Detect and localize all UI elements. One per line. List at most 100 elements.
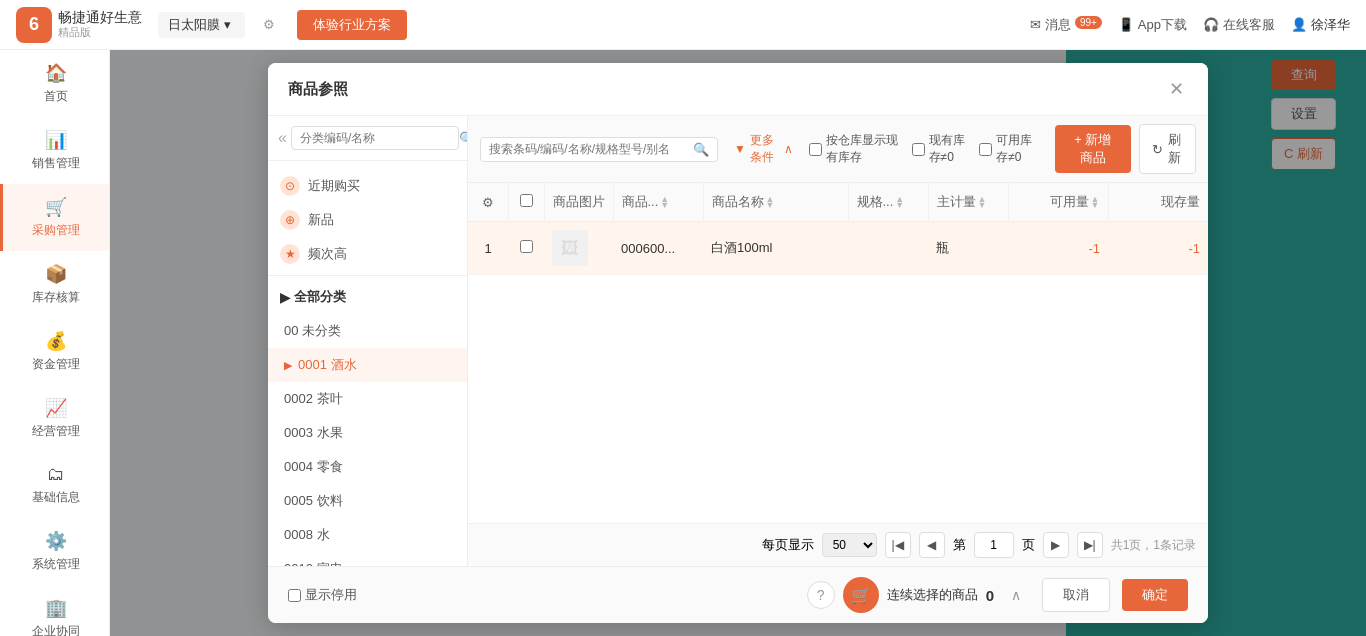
filter-more-btn[interactable]: ▼ 更多条件 ∧ [726,128,801,170]
store-selector[interactable]: 日太阳膜 ▾ [158,12,245,38]
prev-page-btn[interactable]: ◀ [919,532,945,558]
sidebar-item-home[interactable]: 🏠 首页 [0,50,109,117]
enterprise-icon: 🏢 [45,597,67,619]
cat-item-0001[interactable]: ▶ 0001 酒水 [268,348,467,382]
page-label: 第 [953,536,966,554]
refresh-product-btn[interactable]: ↻ 刷新 [1139,124,1196,174]
home-icon: 🏠 [45,62,67,84]
app-sub: 精品版 [58,25,142,40]
main-layout: 🏠 首页 📊 销售管理 🛒 采购管理 📦 库存核算 💰 资金管理 📈 经营管理 … [0,50,1366,636]
sidebar-item-enterprise[interactable]: 🏢 企业协同 [0,585,109,636]
message-badge: 99+ [1075,16,1102,29]
cat-search-icon[interactable]: 🔍 [459,124,468,152]
modal-title: 商品参照 [288,80,348,99]
filter-available-not0[interactable]: 现有库存≠0 [912,132,972,166]
first-page-btn[interactable]: |◀ [885,532,911,558]
next-page-btn[interactable]: ▶ [1043,532,1069,558]
product-search-box: 🔍 [480,137,718,162]
per-page-label: 每页显示 [762,536,814,554]
filter-by-warehouse[interactable]: 按仓库显示现有库存 [809,132,904,166]
cat-collapse-btn[interactable]: « [278,126,287,150]
quick-filter-new[interactable]: ⊕ 新品 [268,203,467,237]
messages-btn[interactable]: ✉ 消息 99+ [1030,16,1102,34]
cat-item-label-0004: 0004 零食 [284,458,343,476]
app-download-btn[interactable]: 📱 App下载 [1118,16,1187,34]
row-checkbox-cell[interactable] [508,222,544,275]
th-code[interactable]: 商品... ▲▼ [613,183,703,222]
online-service-btn[interactable]: 🎧 在线客服 [1203,16,1275,34]
th-unit[interactable]: 主计量 ▲▼ [928,183,1008,222]
quick-filter-freq[interactable]: ★ 频次高 [268,237,467,271]
row-checkbox[interactable] [520,240,533,253]
table-row[interactable]: 1 🖼 [468,222,1208,275]
freq-icon: ★ [280,244,300,264]
th-available[interactable]: 可用量 ▲▼ [1008,183,1108,222]
filter-usable-not0-check[interactable] [979,143,992,156]
product-search-icon[interactable]: 🔍 [693,142,709,157]
sidebar-item-operations[interactable]: 📈 经营管理 [0,385,109,452]
cat-item-0003[interactable]: 0003 水果 [268,416,467,450]
cat-item-0005[interactable]: 0005 饮料 [268,484,467,518]
cancel-btn[interactable]: 取消 [1042,578,1110,612]
sidebar-item-basics[interactable]: 🗂 基础信息 [0,452,109,518]
modal-footer: 显示停用 ? 🛒 连续选择的商品 0 ∧ 取消 确定 [268,566,1208,623]
th-name[interactable]: 商品名称 ▲▼ [703,183,848,222]
collapse-footer-btn[interactable]: ∧ [1002,581,1030,609]
show-disabled-label[interactable]: 显示停用 [288,586,357,604]
th-settings[interactable]: ⚙ [468,183,508,222]
show-disabled-checkbox[interactable] [288,589,301,602]
filter-by-warehouse-check[interactable] [809,143,822,156]
sidebar-label-operations: 经营管理 [32,423,80,440]
cat-item-all[interactable]: ▶ 全部分类 [268,280,467,314]
experience-btn[interactable]: 体验行业方案 [297,10,407,40]
sidebar-label-inventory: 库存核算 [32,289,80,306]
finance-icon: 💰 [45,330,67,352]
cat-item-0010[interactable]: 0010 家电 [268,552,467,566]
app-name: 畅捷通好生意 [58,9,142,26]
add-product-btn[interactable]: + 新增商品 [1055,125,1131,173]
help-btn[interactable]: ? [807,581,835,609]
filter-usable-not0[interactable]: 可用库存≠0 [979,132,1039,166]
cat-item-label-0001: 0001 酒水 [298,356,357,374]
product-search-input[interactable] [489,142,689,156]
modal-close-btn[interactable]: ✕ [1164,77,1188,101]
sidebar-label-finance: 资金管理 [32,356,80,373]
sidebar-item-sales[interactable]: 📊 销售管理 [0,117,109,184]
cat-item-00[interactable]: 00 未分类 [268,314,467,348]
last-page-btn[interactable]: ▶| [1077,532,1103,558]
product-reference-modal: 商品参照 ✕ « 🔍 [268,63,1208,623]
sidebar-item-inventory[interactable]: 📦 库存核算 [0,251,109,318]
phone-icon: 📱 [1118,17,1134,32]
sidebar-item-finance[interactable]: 💰 资金管理 [0,318,109,385]
sidebar-item-system[interactable]: ⚙️ 系统管理 [0,518,109,585]
quick-filter-recent[interactable]: ⊙ 近期购买 [268,169,467,203]
modal-overlay: 商品参照 ✕ « 🔍 [110,50,1366,636]
user-menu[interactable]: 👤 徐泽华 [1291,16,1350,34]
sidebar-item-purchase[interactable]: 🛒 采购管理 [0,184,109,251]
inventory-icon: 📦 [45,263,67,285]
select-all-checkbox[interactable] [520,194,533,207]
selected-count: 0 [986,587,994,604]
table-header-row: ⚙ 商品图片 [468,183,1208,222]
new-icon: ⊕ [280,210,300,230]
modal-body: « 🔍 ⊙ 近期购买 ⊕ 新品 [268,116,1208,566]
cat-all-label: 全部分类 [294,288,346,306]
per-page-select[interactable]: 50 10 20 100 [822,533,877,557]
cat-arrow-0001: ▶ [284,359,292,372]
page-number-input[interactable] [974,532,1014,558]
filter-icon: ▼ [734,142,746,156]
row-unit: 瓶 [928,222,1008,275]
basics-icon: 🗂 [47,464,65,485]
logo-icon: 6 [16,7,52,43]
cat-search-input[interactable] [291,126,459,150]
total-info: 共1页，1条记录 [1111,537,1196,554]
content-area: 查询 设置 C 刷新 商品参照 ✕ « [110,50,1366,636]
cat-item-0008[interactable]: 0008 水 [268,518,467,552]
confirm-btn[interactable]: 确定 [1122,579,1188,611]
cat-item-0004[interactable]: 0004 零食 [268,450,467,484]
cat-item-0002[interactable]: 0002 茶叶 [268,382,467,416]
th-spec[interactable]: 规格... ▲▼ [848,183,928,222]
filter-available-not0-check[interactable] [912,143,925,156]
settings-icon[interactable]: ⚙ [253,9,285,41]
cart-icon-btn[interactable]: 🛒 [843,577,879,613]
